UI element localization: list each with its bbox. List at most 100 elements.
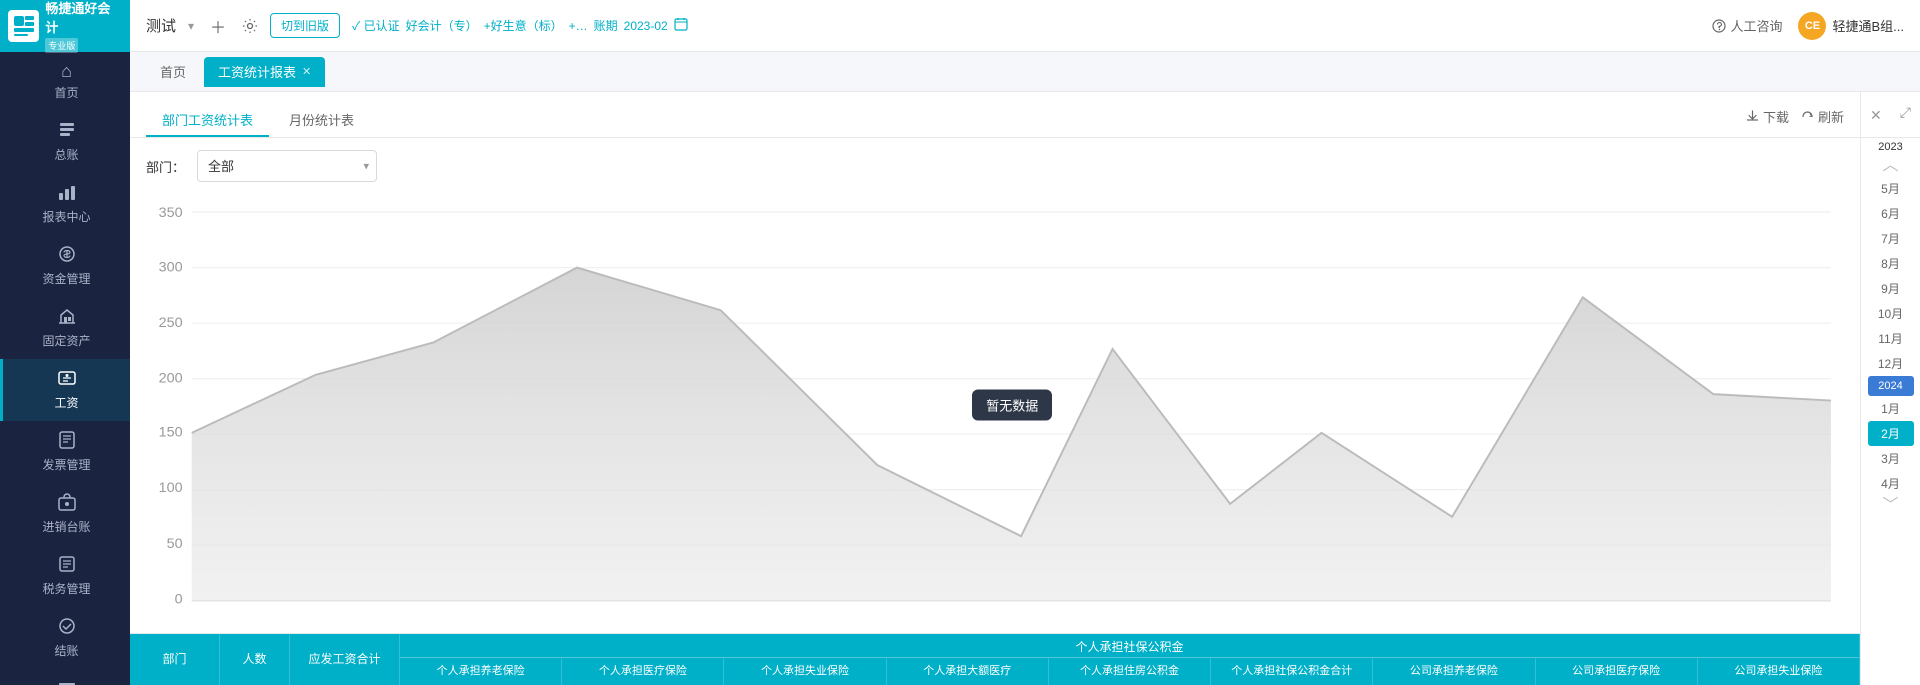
- dept-select[interactable]: 全部 部门一 部门二: [197, 150, 377, 182]
- right-panel: ✕ ⤢ 2023 ︿ 5月 6月 7月 8月 9月 10月 11月 12月 20…: [1860, 92, 1920, 685]
- panel-up-button[interactable]: ︿: [1880, 156, 1900, 176]
- month-7[interactable]: 7月: [1868, 226, 1914, 251]
- tabbar: 首页 工资统计报表 ✕: [130, 52, 1920, 92]
- svg-text:50: 50: [167, 536, 183, 552]
- table-col-company-unemployment: 公司承担失业保险: [1698, 658, 1859, 685]
- sidebar: 畅捷通好会计 专业版 ⌂ 首页 总账 报表中心 资金管理: [0, 0, 130, 685]
- sidebar-item-settle[interactable]: 结账: [0, 607, 130, 669]
- tab-home[interactable]: 首页: [146, 57, 200, 87]
- tag1: 好会计（专）: [406, 17, 478, 34]
- ledger-icon: [58, 121, 76, 142]
- subtab-monthly[interactable]: 月份统计表: [273, 104, 370, 137]
- svg-text:250: 250: [159, 315, 183, 331]
- sidebar-item-invoice[interactable]: 发票管理: [0, 421, 130, 483]
- chart-tooltip: 暂无数据: [972, 389, 1052, 420]
- month-8[interactable]: 8月: [1868, 251, 1914, 276]
- assist-label: 人工咨询: [1730, 16, 1782, 35]
- topbar: 测试 ▾ ＋ 切到旧版 ✓ 已认证 好会计（专） +好生意（标） +… 账期 2…: [130, 0, 1920, 52]
- refresh-button[interactable]: 刷新: [1801, 107, 1844, 126]
- download-button[interactable]: 下载: [1746, 107, 1789, 126]
- sidebar-item-ledger[interactable]: 总账: [0, 111, 130, 173]
- month-12[interactable]: 12月: [1868, 351, 1914, 376]
- month-3[interactable]: 3月: [1868, 446, 1914, 471]
- table-col-group-personal: 个人承担社保公积金 个人承担养老保险 个人承担医疗保险 个人承担失业保险: [400, 634, 1860, 685]
- app-name: 畅捷通好会计 专业版: [45, 0, 122, 54]
- tag3: +…: [569, 19, 588, 33]
- year-2023-label: 2023: [1874, 138, 1906, 156]
- panel-close-button[interactable]: ✕: [1866, 103, 1886, 128]
- period-label: 账期: [594, 17, 618, 34]
- tax-icon: [58, 555, 76, 576]
- sidebar-nav: ⌂ 首页 总账 报表中心 资金管理 固定资产: [0, 52, 130, 685]
- topbar-right: 人工咨询 CE 轻捷通B组...: [1712, 12, 1904, 40]
- table-col-personal-medical: 个人承担医疗保险: [562, 658, 724, 685]
- table-col-personal-housing-fund: 个人承担住房公积金: [1049, 658, 1211, 685]
- month-10[interactable]: 10月: [1868, 301, 1914, 326]
- svg-text:200: 200: [159, 371, 183, 387]
- month-9[interactable]: 9月: [1868, 276, 1914, 301]
- topbar-status: ✓ 已认证 好会计（专） +好生意（标） +… 账期 2023-02: [352, 17, 688, 34]
- table-col-personal-pension: 个人承担养老保险: [400, 658, 562, 685]
- sidebar-item-archive[interactable]: 归档管理: [0, 669, 130, 685]
- filter-bar: 部门： 全部 部门一 部门二 ▾: [130, 138, 1860, 194]
- certified-label: ✓ 已认证: [352, 17, 400, 34]
- sidebar-item-reports[interactable]: 报表中心: [0, 173, 130, 235]
- assets-icon: [58, 307, 76, 328]
- svg-text:150: 150: [159, 425, 183, 441]
- settings-button[interactable]: [238, 14, 262, 38]
- month-11[interactable]: 11月: [1868, 326, 1914, 351]
- topbar-actions: ＋ 切到旧版: [206, 13, 340, 38]
- tab-close-button[interactable]: ✕: [302, 65, 311, 78]
- table-col-salary-total: 应发工资合计: [290, 634, 400, 685]
- archive-icon: [58, 679, 76, 685]
- sidebar-item-assets[interactable]: 固定资产: [0, 297, 130, 359]
- year-2024-label: 2024: [1868, 376, 1914, 396]
- panel-expand-button[interactable]: ⤢: [1896, 100, 1915, 125]
- old-version-button[interactable]: 切到旧版: [270, 13, 340, 38]
- table-col-personal-total: 个人承担社保公积金合计: [1211, 658, 1373, 685]
- sidebar-item-home[interactable]: ⌂ 首页: [0, 52, 130, 111]
- month-1[interactable]: 1月: [1868, 396, 1914, 421]
- panel-down-button[interactable]: ﹀: [1880, 496, 1900, 516]
- month-4[interactable]: 4月: [1868, 471, 1914, 496]
- company-dropdown-arrow[interactable]: ▾: [188, 19, 194, 33]
- table-col-personal-unemployment: 个人承担失业保险: [724, 658, 886, 685]
- month-5[interactable]: 5月: [1868, 176, 1914, 201]
- subtab-dept[interactable]: 部门工资统计表: [146, 104, 269, 137]
- table-col-count: 人数: [220, 634, 290, 685]
- settle-icon: [58, 617, 76, 638]
- calendar-icon[interactable]: [674, 17, 688, 34]
- user-name: 轻捷通B组...: [1832, 16, 1904, 35]
- table-col-dept: 部门: [130, 634, 220, 685]
- month-6[interactable]: 6月: [1868, 201, 1914, 226]
- logo-icon: [8, 10, 39, 42]
- user-avatar: CE: [1798, 12, 1826, 40]
- sidebar-item-salary[interactable]: 工资: [0, 359, 130, 421]
- add-button[interactable]: ＋: [206, 14, 230, 38]
- dept-filter-label: 部门：: [146, 157, 185, 176]
- tab-salary-report[interactable]: 工资统计报表 ✕: [204, 57, 325, 87]
- period-value: 2023-02: [624, 19, 668, 33]
- chart-area: 350 300 250 200 150 100 50 0: [130, 194, 1860, 633]
- app-logo: 畅捷通好会计 专业版: [0, 0, 130, 52]
- sidebar-item-funds[interactable]: 资金管理: [0, 235, 130, 297]
- salary-icon: [58, 369, 76, 390]
- home-icon: ⌂: [61, 62, 72, 80]
- funds-icon: [58, 245, 76, 266]
- company-name: 测试: [146, 15, 176, 36]
- sidebar-item-tax[interactable]: 税务管理: [0, 545, 130, 607]
- reports-icon: [58, 183, 76, 204]
- sidebar-item-sales[interactable]: 进销台账: [0, 483, 130, 545]
- table-col-company-medical: 公司承担医疗保险: [1536, 658, 1698, 685]
- user-menu[interactable]: CE 轻捷通B组...: [1798, 12, 1904, 40]
- table-col-personal-major-medical: 个人承担大额医疗: [887, 658, 1049, 685]
- sales-icon: [58, 493, 76, 514]
- content-area: 部门工资统计表 月份统计表 下载 刷新: [130, 92, 1920, 685]
- month-2-active[interactable]: 2月: [1868, 421, 1914, 446]
- invoice-icon: [58, 431, 76, 452]
- assist-button[interactable]: 人工咨询: [1712, 16, 1782, 35]
- svg-text:350: 350: [159, 205, 183, 221]
- svg-text:300: 300: [159, 260, 183, 276]
- table-col-company-pension: 公司承担养老保险: [1373, 658, 1535, 685]
- svg-text:100: 100: [159, 480, 183, 496]
